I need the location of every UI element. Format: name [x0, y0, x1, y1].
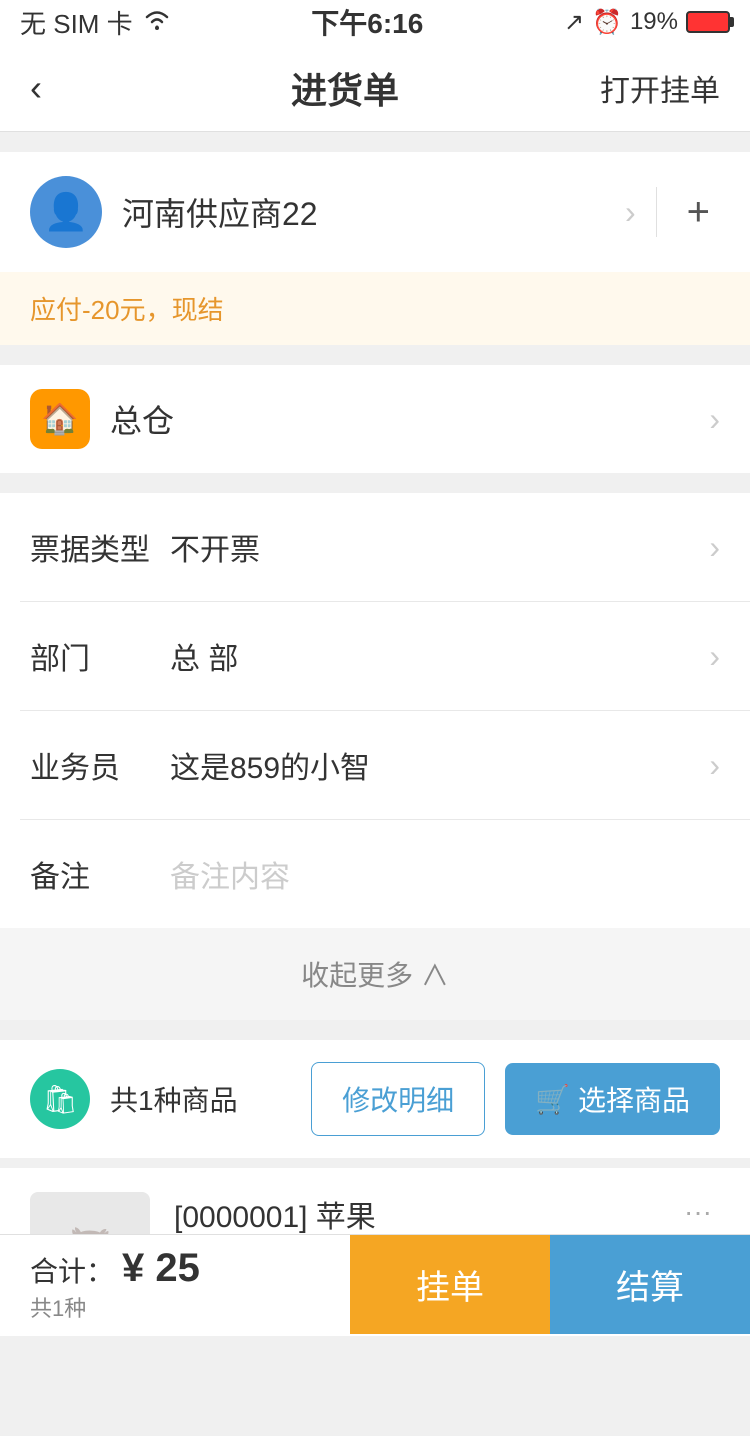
product-header-section: 🛍 共1种商品 修改明细 🛒 选择商品 [0, 1040, 750, 1158]
hang-button[interactable]: 挂单 [350, 1235, 550, 1334]
checkout-button[interactable]: 结算 [550, 1235, 750, 1334]
page-title: 进货单 [291, 62, 399, 114]
invoice-type-row[interactable]: 票据类型 不开票 › [0, 493, 750, 601]
total-section: 合计： ¥ 25 共1种 [0, 1235, 350, 1334]
select-product-label: 选择商品 [578, 1079, 690, 1119]
remark-label: 备注 [30, 852, 170, 896]
edit-detail-button[interactable]: 修改明细 [311, 1062, 485, 1136]
divider-1 [0, 132, 750, 152]
add-supplier-button[interactable]: + [677, 190, 720, 235]
home-icon: 🏠 [41, 402, 78, 437]
divider-3 [0, 473, 750, 493]
open-hang-button[interactable]: 打开挂单 [600, 66, 720, 110]
battery-pct: 19% [630, 8, 678, 36]
carrier-text: 无 SIM 卡 [20, 4, 133, 41]
notice-bar: 应付-20元，现结 [0, 272, 750, 345]
bottom-bar: 合计： ¥ 25 共1种 挂单 结算 [0, 1234, 750, 1334]
avatar-icon: 👤 [44, 191, 89, 233]
supplier-section: 👤 河南供应商22 › + 应付-20元，现结 [0, 152, 750, 345]
battery-icon [686, 11, 730, 33]
divider-5 [0, 1158, 750, 1168]
status-time: 下午6:16 [311, 2, 423, 42]
total-count: 共1种 [30, 1291, 320, 1323]
alarm-icon: ⏰ [592, 8, 622, 37]
product-count-text: 共1种商品 [110, 1079, 291, 1119]
salesperson-chevron-icon: › [709, 747, 720, 784]
remark-placeholder: 备注内容 [170, 852, 720, 896]
department-value: 总 部 [170, 634, 709, 678]
product-header: 🛍 共1种商品 修改明细 🛒 选择商品 [0, 1040, 750, 1158]
divider-4 [0, 1020, 750, 1040]
collapse-row[interactable]: 收起更多 ∧ [0, 928, 750, 1020]
supplier-name: 河南供应商22 [122, 189, 625, 235]
department-label: 部门 [30, 634, 170, 678]
product-name: 苹果 [316, 1201, 376, 1234]
warehouse-row[interactable]: 🏠 总仓 › [0, 365, 750, 473]
divider-2 [0, 345, 750, 365]
select-product-button[interactable]: 🛒 选择商品 [505, 1063, 720, 1135]
department-row[interactable]: 部门 总 部 › [0, 602, 750, 710]
back-button[interactable]: ‹ [30, 67, 90, 109]
total-amount: ¥ 25 [122, 1246, 200, 1291]
collapse-text: 收起更多 ∧ [301, 954, 449, 994]
supplier-avatar: 👤 [30, 176, 102, 248]
warehouse-chevron-icon: › [709, 401, 720, 438]
form-section: 票据类型 不开票 › 部门 总 部 › 业务员 这是859的小智 › 备注 备注… [0, 493, 750, 928]
salesperson-row[interactable]: 业务员 这是859的小智 › [0, 711, 750, 819]
wifi-icon [143, 7, 171, 38]
cart-add-icon: 🛒 [535, 1083, 570, 1116]
department-chevron-icon: › [709, 638, 720, 675]
product-code: [0000001] [174, 1201, 316, 1234]
status-right: ↗ ⏰ 19% [564, 8, 730, 37]
warehouse-section: 🏠 总仓 › [0, 365, 750, 473]
status-bar: 无 SIM 卡 下午6:16 ↗ ⏰ 19% [0, 0, 750, 44]
invoice-type-value: 不开票 [170, 525, 709, 569]
location-icon: ↗ [564, 8, 584, 37]
warehouse-name: 总仓 [110, 396, 709, 442]
remark-row[interactable]: 备注 备注内容 [0, 820, 750, 928]
nav-bar: ‹ 进货单 打开挂单 [0, 44, 750, 132]
supplier-chevron-icon: › [625, 194, 636, 231]
product-more-button[interactable]: ··· [676, 1192, 720, 1232]
product-title: [0000001] 苹果 [174, 1192, 652, 1236]
invoice-type-label: 票据类型 [30, 525, 170, 569]
total-label-row: 合计： ¥ 25 [30, 1246, 320, 1291]
status-left: 无 SIM 卡 [20, 4, 171, 41]
salesperson-value: 这是859的小智 [170, 743, 709, 787]
cart-icon: 🛍 [42, 1083, 78, 1116]
notice-text: 应付-20元，现结 [30, 295, 224, 325]
salesperson-label: 业务员 [30, 743, 170, 787]
invoice-chevron-icon: › [709, 529, 720, 566]
product-count-icon: 🛍 [30, 1069, 90, 1129]
total-text: 合计： [30, 1250, 114, 1290]
bottom-spacer [0, 1336, 750, 1436]
supplier-divider [656, 187, 657, 237]
warehouse-icon: 🏠 [30, 389, 90, 449]
supplier-row[interactable]: 👤 河南供应商22 › + [0, 152, 750, 272]
